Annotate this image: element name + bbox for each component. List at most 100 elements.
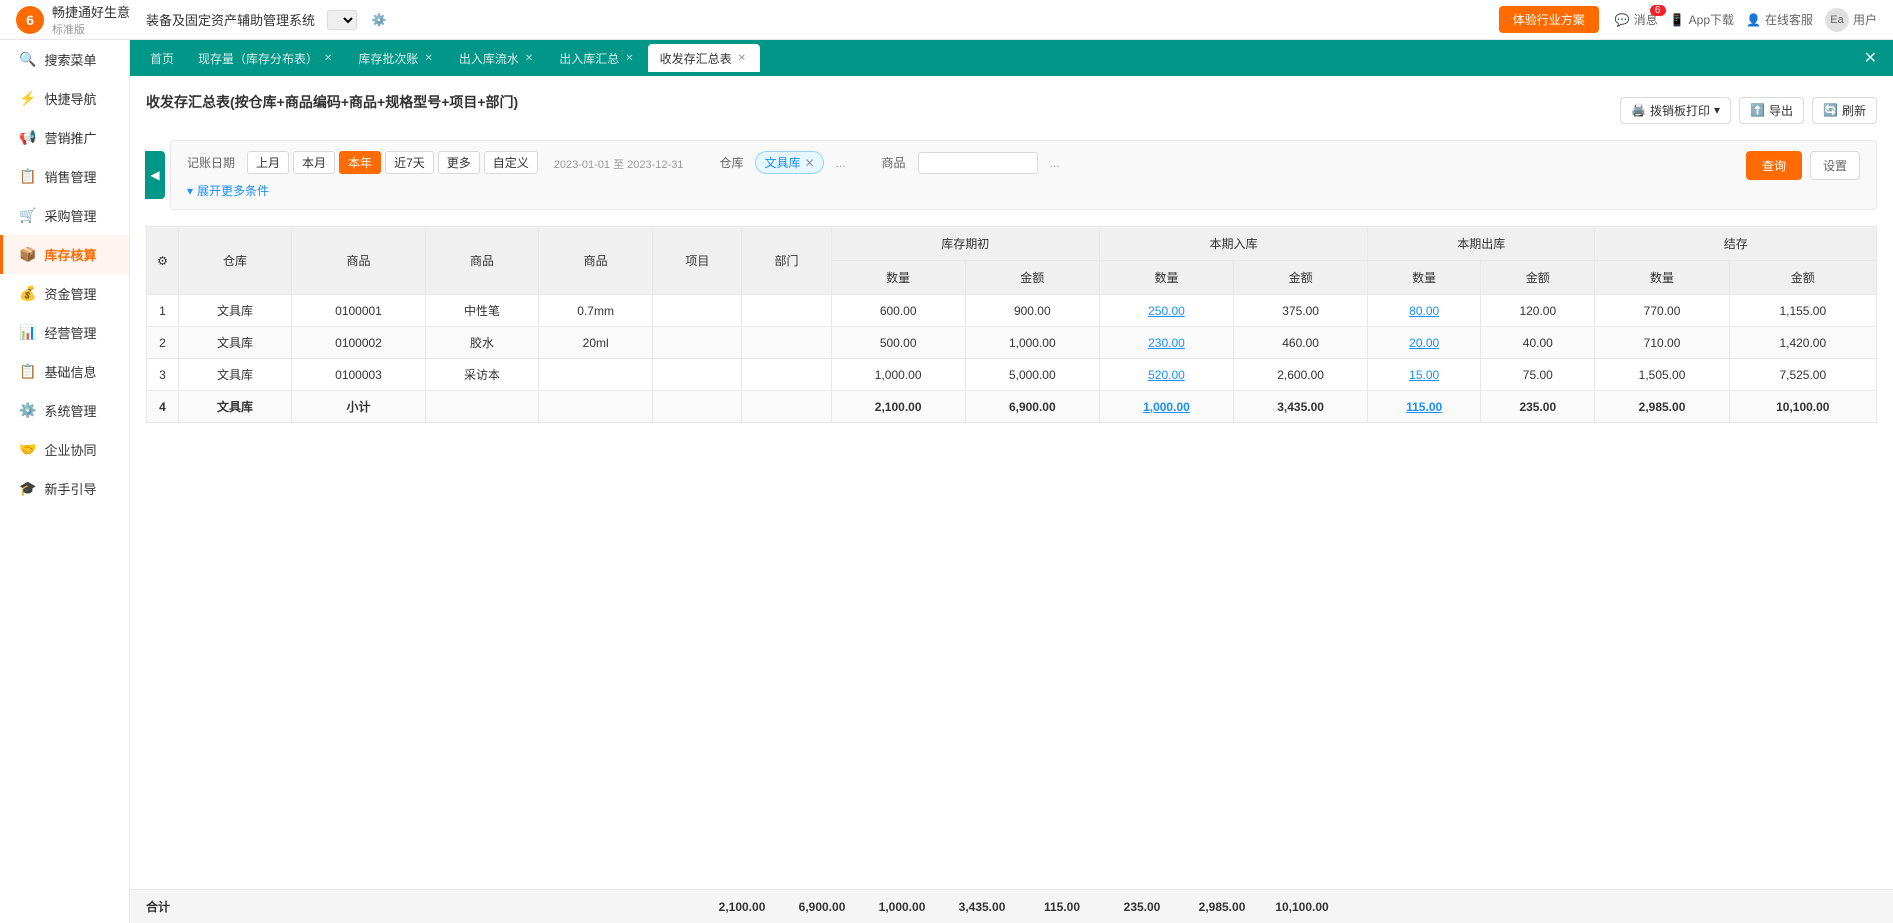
tab-close-icon[interactable]: ✕: [523, 51, 535, 66]
sidebar-item-operation[interactable]: 📊 经营管理: [0, 313, 129, 352]
subtotal-in-qty[interactable]: 1,000.00: [1099, 391, 1233, 423]
guide-icon: 🎓: [19, 480, 36, 497]
refresh-icon: 🔄: [1823, 103, 1838, 117]
subtotal-init-amt: 6,900.00: [965, 391, 1099, 423]
footer-label: 合计: [146, 898, 170, 915]
tab-inventory-dist[interactable]: 现存量（库存分布表） ✕: [186, 44, 346, 72]
row-init-qty: 600.00: [831, 295, 965, 327]
tab-close-icon[interactable]: ✕: [322, 51, 334, 66]
col-settings-icon[interactable]: ⚙: [157, 254, 168, 268]
tab-label: 出入库流水: [459, 50, 519, 67]
sidebar-item-guide[interactable]: 🎓 新手引导: [0, 469, 129, 508]
sidebar-item-system[interactable]: ⚙️ 系统管理: [0, 391, 129, 430]
user-item[interactable]: Ea 用户: [1825, 8, 1877, 32]
row-in-qty[interactable]: 250.00: [1099, 295, 1233, 327]
subtotal-bal-amt: 10,100.00: [1729, 391, 1876, 423]
filter-settings-button[interactable]: 设置: [1810, 151, 1860, 180]
message-badge: 6: [1650, 5, 1666, 16]
row-in-qty[interactable]: 520.00: [1099, 359, 1233, 391]
system-select[interactable]: [327, 10, 357, 30]
message-icon: 💬: [1615, 13, 1630, 27]
sidebar-item-label: 库存核算: [44, 245, 96, 264]
sidebar-item-finance[interactable]: 💰 资金管理: [0, 274, 129, 313]
close-all-tabs[interactable]: ✕: [1856, 48, 1885, 68]
system-icon: ⚙️: [19, 402, 36, 419]
refresh-button[interactable]: 🔄 刷新: [1812, 97, 1877, 124]
row-out-qty[interactable]: 80.00: [1368, 295, 1481, 327]
sidebar-item-basic[interactable]: 📋 基础信息: [0, 352, 129, 391]
tab-flow[interactable]: 出入库流水 ✕: [447, 44, 547, 72]
warehouse-tag[interactable]: 文具库 ✕: [755, 151, 823, 174]
date-btn-more[interactable]: 更多: [438, 151, 480, 174]
warehouse-more-btn[interactable]: ...: [836, 156, 846, 170]
tab-close-icon[interactable]: ✕: [736, 51, 748, 66]
app-download-label: App下载: [1689, 11, 1734, 28]
col-out-qty-th: 数量: [1368, 261, 1481, 295]
table-row: 3 文具库 0100003 采访本 1,000.00 5,000.00 520.…: [147, 359, 1877, 391]
tab-batch[interactable]: 库存批次账 ✕: [346, 44, 446, 72]
sidebar-item-marketing[interactable]: 📢 营销推广: [0, 118, 129, 157]
online-service-item[interactable]: 👤 在线客服: [1746, 11, 1813, 28]
trial-button[interactable]: 体验行业方案: [1499, 6, 1599, 33]
row-project: [653, 327, 742, 359]
footer-in-amt: 3,435.00: [942, 900, 1022, 914]
sidebar-item-search[interactable]: 🔍 搜索菜单: [0, 40, 129, 79]
goods-input[interactable]: [918, 152, 1038, 174]
finance-icon: 💰: [19, 285, 36, 302]
settings-gear-icon[interactable]: ⚙️: [365, 13, 393, 27]
row-init-qty: 1,000.00: [831, 359, 965, 391]
basic-icon: 📋: [19, 363, 36, 380]
refresh-label: 刷新: [1842, 102, 1866, 119]
tab-close-icon[interactable]: ✕: [623, 51, 635, 66]
tab-receive-summary[interactable]: 收发存汇总表 ✕: [648, 44, 760, 72]
sidebar-item-sales[interactable]: 📋 销售管理: [0, 157, 129, 196]
sidebar-item-purchase[interactable]: 🛒 采购管理: [0, 196, 129, 235]
app-subtitle: 标准版: [52, 21, 130, 37]
expand-more-btn[interactable]: ▾ 展开更多条件: [187, 182, 1860, 199]
header-left: 6 畅捷通好生意 标准版 装备及固定资产辅助管理系统 ⚙️: [16, 2, 393, 37]
row-dept: [742, 295, 831, 327]
date-btn-prev-month[interactable]: 上月: [247, 151, 289, 174]
col-settings-th[interactable]: ⚙: [147, 227, 179, 295]
message-icon-item[interactable]: 💬 消息 6: [1615, 11, 1658, 28]
subtotal-empty3: [653, 391, 742, 423]
row-code: 0100002: [291, 327, 425, 359]
row-out-amt: 75.00: [1481, 359, 1595, 391]
subtotal-out-qty[interactable]: 115.00: [1368, 391, 1481, 423]
expand-label: 展开更多条件: [197, 182, 269, 199]
tab-summary[interactable]: 出入库汇总 ✕: [547, 44, 647, 72]
date-button-group: 上月 本月 本年 近7天 更多 自定义: [247, 151, 538, 174]
filter-wrapper: ◀ 记账日期 上月 本月 本年 近7天 更多 自定义: [146, 140, 1877, 210]
tab-home[interactable]: 首页: [138, 44, 186, 72]
date-btn-cur-year[interactable]: 本年: [339, 151, 381, 174]
expand-row: ▾ 展开更多条件: [187, 182, 1860, 199]
collapse-arrow[interactable]: ◀: [145, 151, 165, 199]
app-download-item[interactable]: 📱 App下载: [1670, 11, 1734, 28]
goods-more-btn[interactable]: ...: [1050, 156, 1060, 170]
date-btn-7days[interactable]: 近7天: [385, 151, 434, 174]
sidebar-item-quicknav[interactable]: ⚡ 快捷导航: [0, 79, 129, 118]
row-name: 采访本: [426, 359, 539, 391]
icon-group: 💬 消息 6 📱 App下载 👤 在线客服 Ea 用户: [1615, 8, 1877, 32]
tab-close-icon[interactable]: ✕: [422, 51, 434, 66]
quicknav-icon: ⚡: [19, 90, 36, 107]
row-out-qty[interactable]: 15.00: [1368, 359, 1481, 391]
export-button[interactable]: ⬆️ 导出: [1739, 97, 1804, 124]
row-init-qty: 500.00: [831, 327, 965, 359]
query-button[interactable]: 查询: [1746, 151, 1802, 180]
warehouse-tag-close[interactable]: ✕: [804, 156, 814, 170]
date-btn-custom[interactable]: 自定义: [484, 151, 538, 174]
row-bal-amt: 1,155.00: [1729, 295, 1876, 327]
col-project-th: 项目: [653, 227, 742, 295]
subtotal-row: 4 文具库 小计 2,100.00 6,900.00 1,000.00 3,43…: [147, 391, 1877, 423]
row-in-qty[interactable]: 230.00: [1099, 327, 1233, 359]
row-out-qty[interactable]: 20.00: [1368, 327, 1481, 359]
sidebar-item-inventory[interactable]: 📦 库存核算: [0, 235, 129, 274]
row-no: 2: [147, 327, 179, 359]
inventory-icon: 📦: [19, 246, 36, 263]
print-button[interactable]: 🖨️ 拨销板打印 ▾: [1620, 97, 1731, 124]
system-name: 装备及固定资产辅助管理系统: [146, 10, 315, 29]
expand-icon: ▾: [187, 184, 193, 198]
sidebar-item-collab[interactable]: 🤝 企业协同: [0, 430, 129, 469]
date-btn-cur-month[interactable]: 本月: [293, 151, 335, 174]
